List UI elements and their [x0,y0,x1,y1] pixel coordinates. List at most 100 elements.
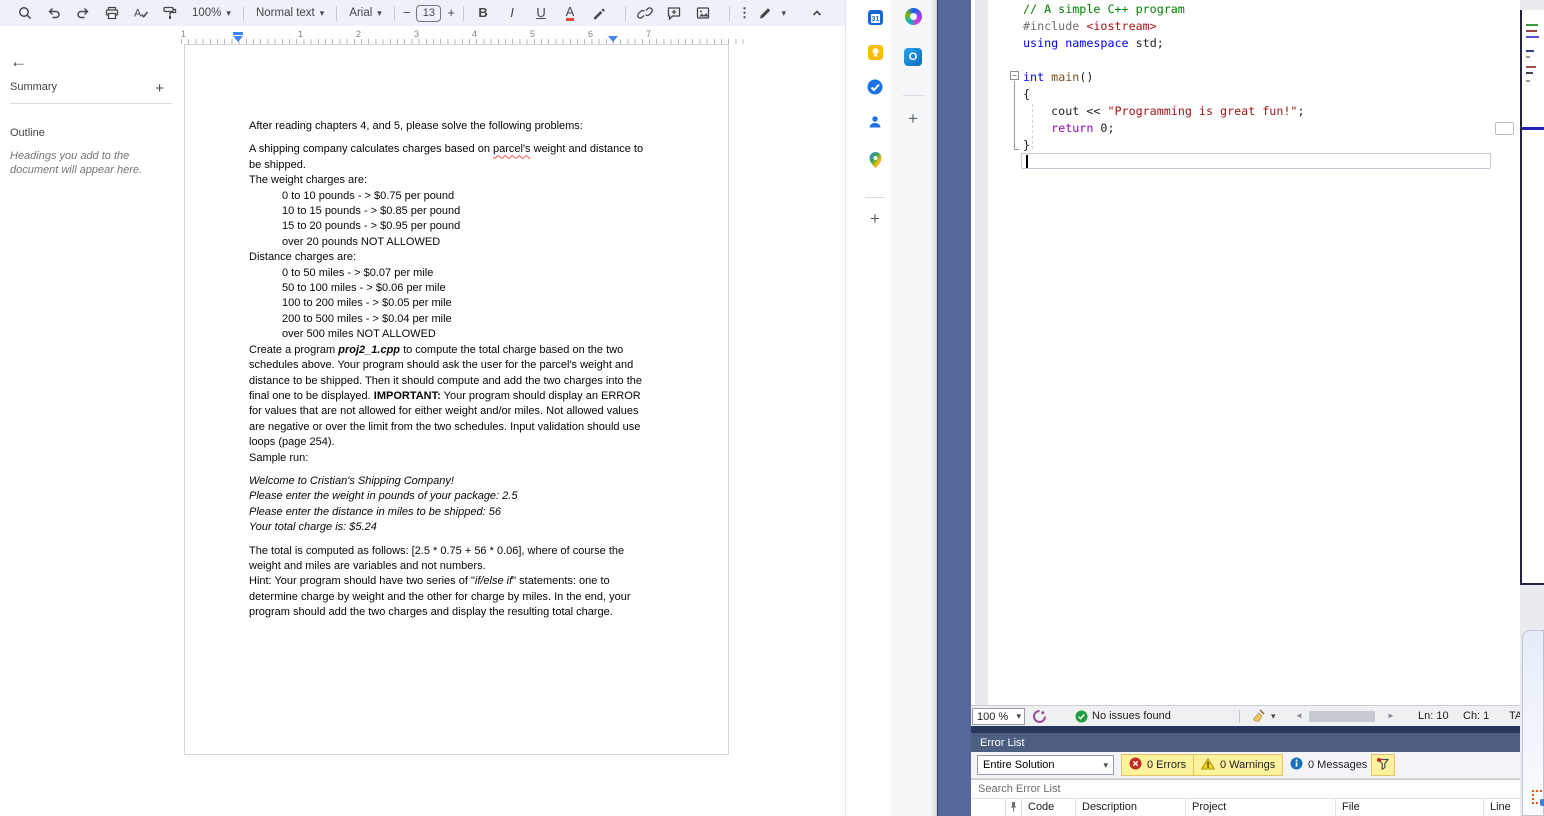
minimap-line [1526,56,1530,58]
code-cleanup-icon[interactable] [1251,709,1266,726]
warnings-count: 0 Warnings [1220,759,1276,771]
document-page[interactable]: After reading chapters 4, and 5, please … [184,44,729,755]
divider [242,5,244,21]
text-color-button[interactable]: A [559,3,581,23]
error-list-search-input[interactable]: Search Error List [971,779,1520,798]
screen: A 100% ▾ Normal text ▾ Arial ▾ − 13 + B … [0,0,1544,816]
file-column-header[interactable]: File [1336,799,1484,816]
doc-line: over 20 pounds NOT ALLOWED [282,235,441,248]
insert-link-icon[interactable] [634,3,656,23]
editor-status-row: 100 % ▾ No issues found ▾ ◄ ► Ln: 10 Ch:… [971,705,1520,726]
edge-sidebar: O + [890,0,937,816]
first-line-indent-marker[interactable] [233,32,243,35]
underline-button[interactable]: U [530,3,552,23]
messages-count: 0 Messages [1308,759,1368,771]
copilot-icon[interactable] [902,5,924,27]
code-editor[interactable]: // A simple C++ program #include <iostrea… [1023,1,1305,171]
bold-button[interactable]: B [472,3,494,23]
decrease-font-button[interactable]: − [403,6,411,20]
line-column-header[interactable]: Line [1484,799,1520,816]
left-indent-marker[interactable] [233,36,243,42]
code-column-header[interactable]: Code [1022,799,1076,816]
contacts-icon[interactable] [864,111,886,133]
outlook-icon[interactable]: O [902,46,924,68]
desktop-shortcut-icon[interactable] [1532,790,1544,806]
style-value: Normal text [255,7,315,19]
document-outline-panel: ← Summary + Outline Headings you add to … [0,44,180,816]
collapse-region-icon[interactable]: − [1010,71,1019,80]
doc-line: determine charge by weight and the other… [249,590,631,603]
italic-button[interactable]: I [501,3,523,23]
errors-count: 0 Errors [1147,759,1187,771]
redo-icon[interactable] [72,3,94,23]
spellcheck-icon[interactable]: A [130,3,152,23]
collapse-menus-icon[interactable] [806,3,828,23]
maps-icon[interactable] [864,149,886,171]
keep-icon[interactable] [864,41,886,63]
messages-toggle-button[interactable]: 0 Messages [1283,754,1374,776]
increase-font-button[interactable]: + [447,6,455,20]
divider [10,103,172,104]
svg-text:A: A [134,8,142,20]
insert-comment-icon[interactable] [663,3,685,23]
paint-format-icon[interactable] [159,3,181,23]
warnings-toggle-button[interactable]: 0 Warnings [1193,754,1284,776]
add-summary-button[interactable]: + [155,80,164,97]
error-list-titlebar[interactable]: Error List [971,733,1520,752]
font-size-input[interactable]: 13 [416,4,442,22]
scope-filter-select[interactable]: Entire Solution ▾ [977,755,1114,775]
outline-label: Outline [10,127,45,139]
divider [625,5,627,21]
minimap-line [1526,72,1533,74]
vertical-scrollbar-thumb[interactable] [1495,122,1514,135]
chevron-down-icon: ▾ [377,7,382,18]
highlight-color-button[interactable] [588,3,610,23]
font-select[interactable]: Arial ▾ [349,7,382,19]
horizontal-scrollbar-thumb[interactable] [1309,711,1375,722]
doc-line: 0 to 50 miles - > $0.07 per mile [282,266,434,279]
add-icon[interactable]: + [902,108,924,130]
column-indicator: Ch: 1 [1463,710,1490,722]
divider [336,5,338,21]
visual-studio-editor-area: − // A simple C++ program #include <iostr… [971,0,1520,816]
chevron-down-icon[interactable]: ▾ [1271,711,1276,722]
code-line: } [1023,138,1031,152]
undo-icon[interactable] [43,3,65,23]
editor-glyph-margin [975,0,988,705]
filter-button[interactable] [1371,754,1395,776]
ruler-number: 4 [472,29,478,39]
summary-label: Summary [10,81,58,93]
ruler-number: 7 [646,29,652,39]
scroll-left-arrow[interactable]: ◄ [1295,711,1303,720]
doc-line: After reading chapters 4, and 5, please … [249,120,583,132]
error-icon [1129,757,1142,773]
print-icon[interactable] [101,3,123,23]
svg-text:31: 31 [871,16,879,23]
doc-line: Please enter the weight in pounds of you… [249,490,518,503]
calendar-icon[interactable]: 31 [864,6,886,28]
insert-image-icon[interactable] [692,3,714,23]
severity-column-header[interactable] [971,799,1006,816]
outline-guide-line [1014,81,1015,149]
doc-line: Your total charge is: $5.24 [249,521,377,534]
right-indent-marker[interactable] [608,36,618,42]
description-column-header[interactable]: Description [1076,799,1186,816]
scroll-right-arrow[interactable]: ► [1387,711,1395,720]
pin-column-header[interactable] [1006,799,1022,816]
code-line: { [1023,87,1031,101]
minimap-divider-line [1522,127,1544,130]
back-arrow-icon[interactable]: ← [10,52,27,72]
health-check-icon [1075,710,1088,726]
project-column-header[interactable]: Project [1186,799,1336,816]
search-icon[interactable] [14,3,36,23]
errors-toggle-button[interactable]: 0 Errors [1121,754,1195,776]
tasks-icon[interactable] [864,76,886,98]
code-line: using namespace std; [1023,36,1164,50]
zoom-select[interactable]: 100% ▾ [192,7,231,19]
paragraph-style-select[interactable]: Normal text ▾ [256,7,324,19]
intellicode-icon[interactable] [1033,710,1046,726]
more-options-icon[interactable]: ⋮ [738,6,751,20]
add-icon[interactable]: + [864,208,886,230]
editor-zoom-select[interactable]: 100 % ▾ [972,708,1025,725]
editing-mode-select[interactable]: ▾ [754,3,786,23]
